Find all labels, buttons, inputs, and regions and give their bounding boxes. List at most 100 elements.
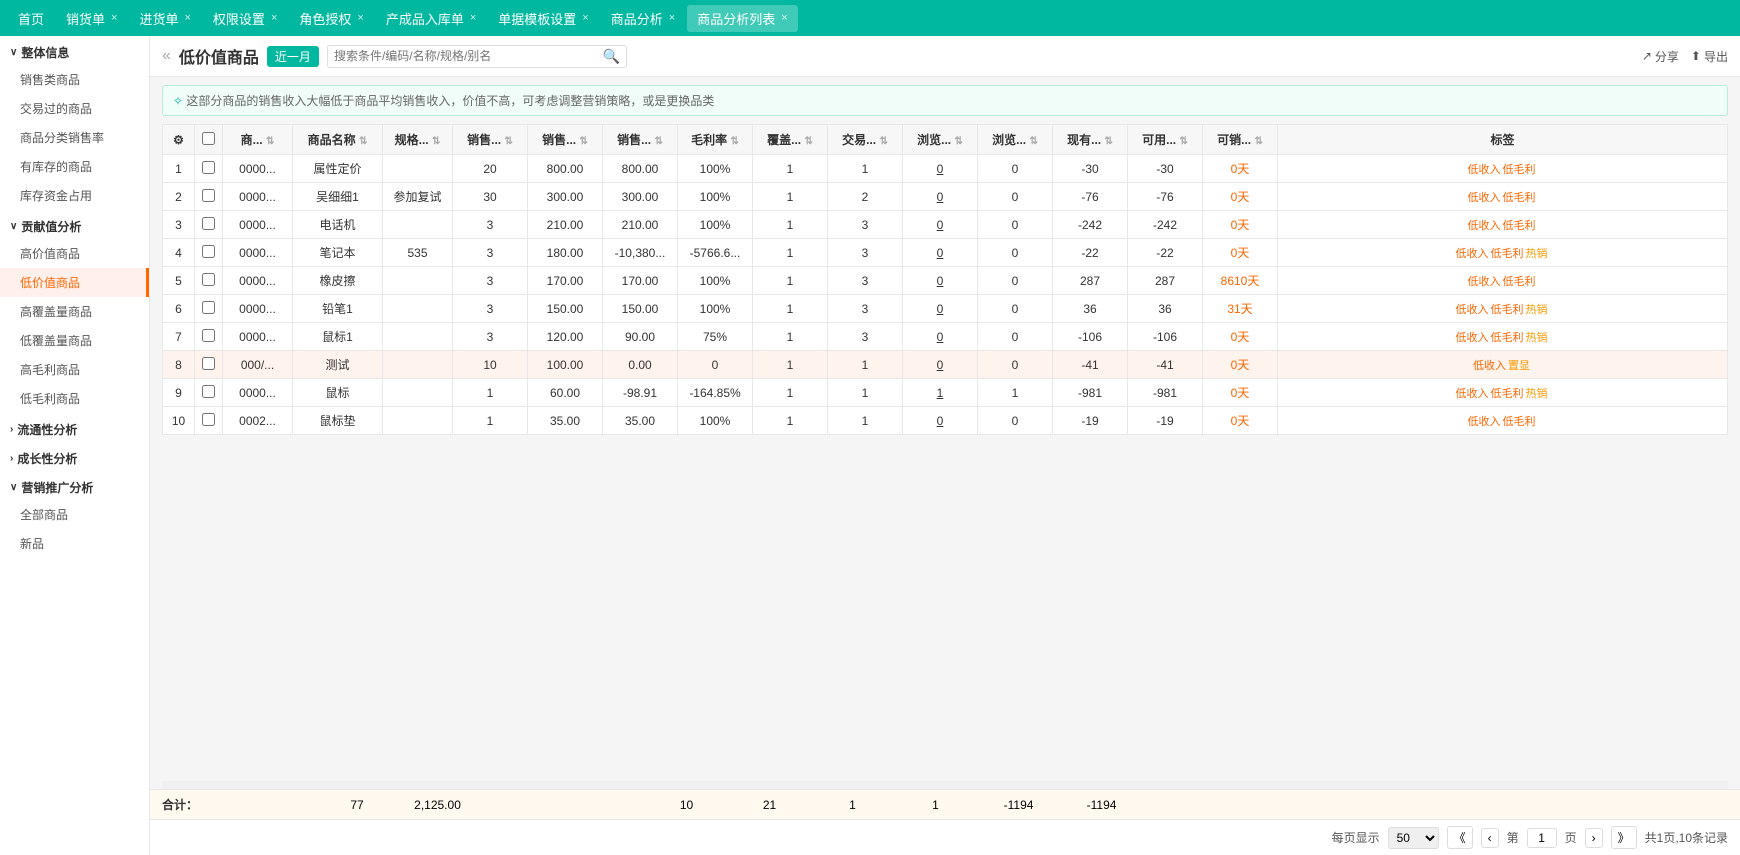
sidebar-group-growth[interactable]: › 成长性分析	[0, 442, 149, 471]
row-tags: 低收入低毛利	[1278, 211, 1728, 239]
row-name: 鼠标垫	[293, 407, 383, 435]
row-browse1[interactable]: 0	[903, 211, 978, 239]
last-page-button[interactable]: 》	[1611, 826, 1637, 849]
browse-link[interactable]: 0	[937, 190, 944, 204]
nav-product-storage[interactable]: 产成品入库单 ×	[376, 5, 486, 32]
browse-link[interactable]: 0	[937, 274, 944, 288]
browse-link[interactable]: 0	[937, 358, 944, 372]
close-icon[interactable]: ×	[781, 12, 787, 24]
row-checkbox-cell[interactable]	[195, 351, 223, 379]
header-actions: ↗ 分享 ⬆ 导出	[1642, 48, 1728, 65]
close-icon[interactable]: ×	[357, 12, 363, 24]
sidebar-group-contribution[interactable]: ∨ 贡献值分析	[0, 210, 149, 239]
sidebar-item-all-goods[interactable]: 全部商品	[0, 500, 149, 529]
close-icon[interactable]: ×	[271, 12, 277, 24]
nav-template-settings[interactable]: 单据模板设置 ×	[488, 5, 598, 32]
first-page-button[interactable]: 《	[1447, 826, 1473, 849]
row-browse1[interactable]: 0	[903, 351, 978, 379]
browse-link[interactable]: 0	[937, 162, 944, 176]
sidebar-item-category-sales[interactable]: 商品分类销售率	[0, 123, 149, 152]
row-checkbox-cell[interactable]	[195, 379, 223, 407]
sidebar-item-stock-goods[interactable]: 有库存的商品	[0, 152, 149, 181]
sidebar-item-traded-goods[interactable]: 交易过的商品	[0, 94, 149, 123]
collapse-sidebar-btn[interactable]: «	[162, 47, 171, 65]
time-filter-button[interactable]: 近一月	[267, 46, 319, 67]
sidebar-item-high-margin[interactable]: 高毛利商品	[0, 355, 149, 384]
browse-link[interactable]: 1	[937, 386, 944, 400]
browse-link[interactable]: 0	[937, 218, 944, 232]
row-days: 0天	[1203, 211, 1278, 239]
row-checkbox[interactable]	[202, 189, 215, 202]
browse-link[interactable]: 0	[937, 330, 944, 344]
browse-link[interactable]: 0	[937, 302, 944, 316]
row-checkbox[interactable]	[202, 329, 215, 342]
sidebar-item-sales-goods[interactable]: 销售类商品	[0, 65, 149, 94]
share-button[interactable]: ↗ 分享	[1642, 48, 1679, 65]
row-browse1[interactable]: 1	[903, 379, 978, 407]
nav-product-analysis-list[interactable]: 商品分析列表 ×	[687, 5, 797, 32]
row-checkbox-cell[interactable]	[195, 323, 223, 351]
row-checkbox-cell[interactable]	[195, 295, 223, 323]
row-browse1[interactable]: 0	[903, 155, 978, 183]
row-checkbox[interactable]	[202, 385, 215, 398]
row-browse1[interactable]: 0	[903, 183, 978, 211]
nav-home[interactable]: 首页	[8, 5, 54, 32]
sidebar-item-high-value[interactable]: 高价值商品	[0, 239, 149, 268]
nav-sales-order[interactable]: 销货单 ×	[56, 5, 127, 32]
total-pages: 共1页,10条记录	[1645, 829, 1728, 846]
row-checkbox[interactable]	[202, 357, 215, 370]
row-checkbox-cell[interactable]	[195, 239, 223, 267]
row-browse1[interactable]: 0	[903, 407, 978, 435]
close-icon[interactable]: ×	[669, 12, 675, 24]
search-icon[interactable]: 🔍	[603, 48, 620, 65]
row-avail: 287	[1128, 267, 1203, 295]
row-checkbox-cell[interactable]	[195, 407, 223, 435]
row-checkbox-cell[interactable]	[195, 211, 223, 239]
row-checkbox[interactable]	[202, 413, 215, 426]
col-settings[interactable]: ⚙	[163, 125, 195, 155]
search-input[interactable]	[334, 49, 603, 63]
select-all-checkbox[interactable]	[202, 132, 215, 145]
footer-s2: 2,125.00	[400, 798, 475, 812]
row-checkbox[interactable]	[202, 161, 215, 174]
row-checkbox[interactable]	[202, 245, 215, 258]
row-browse1[interactable]: 0	[903, 239, 978, 267]
row-checkbox-cell[interactable]	[195, 267, 223, 295]
close-icon[interactable]: ×	[470, 12, 476, 24]
row-browse1[interactable]: 0	[903, 295, 978, 323]
close-icon[interactable]: ×	[184, 12, 190, 24]
row-checkbox-cell[interactable]	[195, 155, 223, 183]
next-page-button[interactable]: ›	[1585, 828, 1603, 848]
sidebar-group-marketing[interactable]: ∨ 营销推广分析	[0, 471, 149, 500]
sidebar-item-new-goods[interactable]: 新品	[0, 529, 149, 558]
nav-role-auth[interactable]: 角色授权 ×	[289, 5, 373, 32]
sidebar-group-circulation[interactable]: › 流通性分析	[0, 413, 149, 442]
nav-purchase-order[interactable]: 进货单 ×	[129, 5, 200, 32]
page-number-input[interactable]	[1527, 828, 1557, 848]
export-button[interactable]: ⬆ 导出	[1691, 48, 1728, 65]
sidebar-item-low-coverage[interactable]: 低覆盖量商品	[0, 326, 149, 355]
row-checkbox[interactable]	[202, 217, 215, 230]
prev-page-button[interactable]: ‹	[1481, 828, 1499, 848]
sidebar-item-stock-capital[interactable]: 库存资金占用	[0, 181, 149, 210]
tag-label: 低毛利	[1503, 276, 1536, 288]
sidebar-item-high-coverage[interactable]: 高覆盖量商品	[0, 297, 149, 326]
sidebar-group-contribution-label: 贡献值分析	[21, 218, 81, 235]
browse-link[interactable]: 0	[937, 246, 944, 260]
row-checkbox[interactable]	[202, 273, 215, 286]
row-browse1[interactable]: 0	[903, 267, 978, 295]
row-browse1[interactable]: 0	[903, 323, 978, 351]
scrollbar[interactable]	[162, 781, 1728, 789]
sidebar-item-low-value[interactable]: 低价值商品	[0, 268, 149, 297]
browse-link[interactable]: 0	[937, 414, 944, 428]
page-size-select[interactable]: 50 100 200	[1388, 827, 1439, 849]
sidebar-item-low-margin[interactable]: 低毛利商品	[0, 384, 149, 413]
nav-product-analysis[interactable]: 商品分析 ×	[601, 5, 685, 32]
close-icon[interactable]: ×	[582, 12, 588, 24]
row-code: 0000...	[223, 239, 293, 267]
sidebar-group-overall[interactable]: ∨ 整体信息	[0, 36, 149, 65]
row-checkbox[interactable]	[202, 301, 215, 314]
close-icon[interactable]: ×	[111, 12, 117, 24]
row-checkbox-cell[interactable]	[195, 183, 223, 211]
nav-permission-settings[interactable]: 权限设置 ×	[203, 5, 287, 32]
